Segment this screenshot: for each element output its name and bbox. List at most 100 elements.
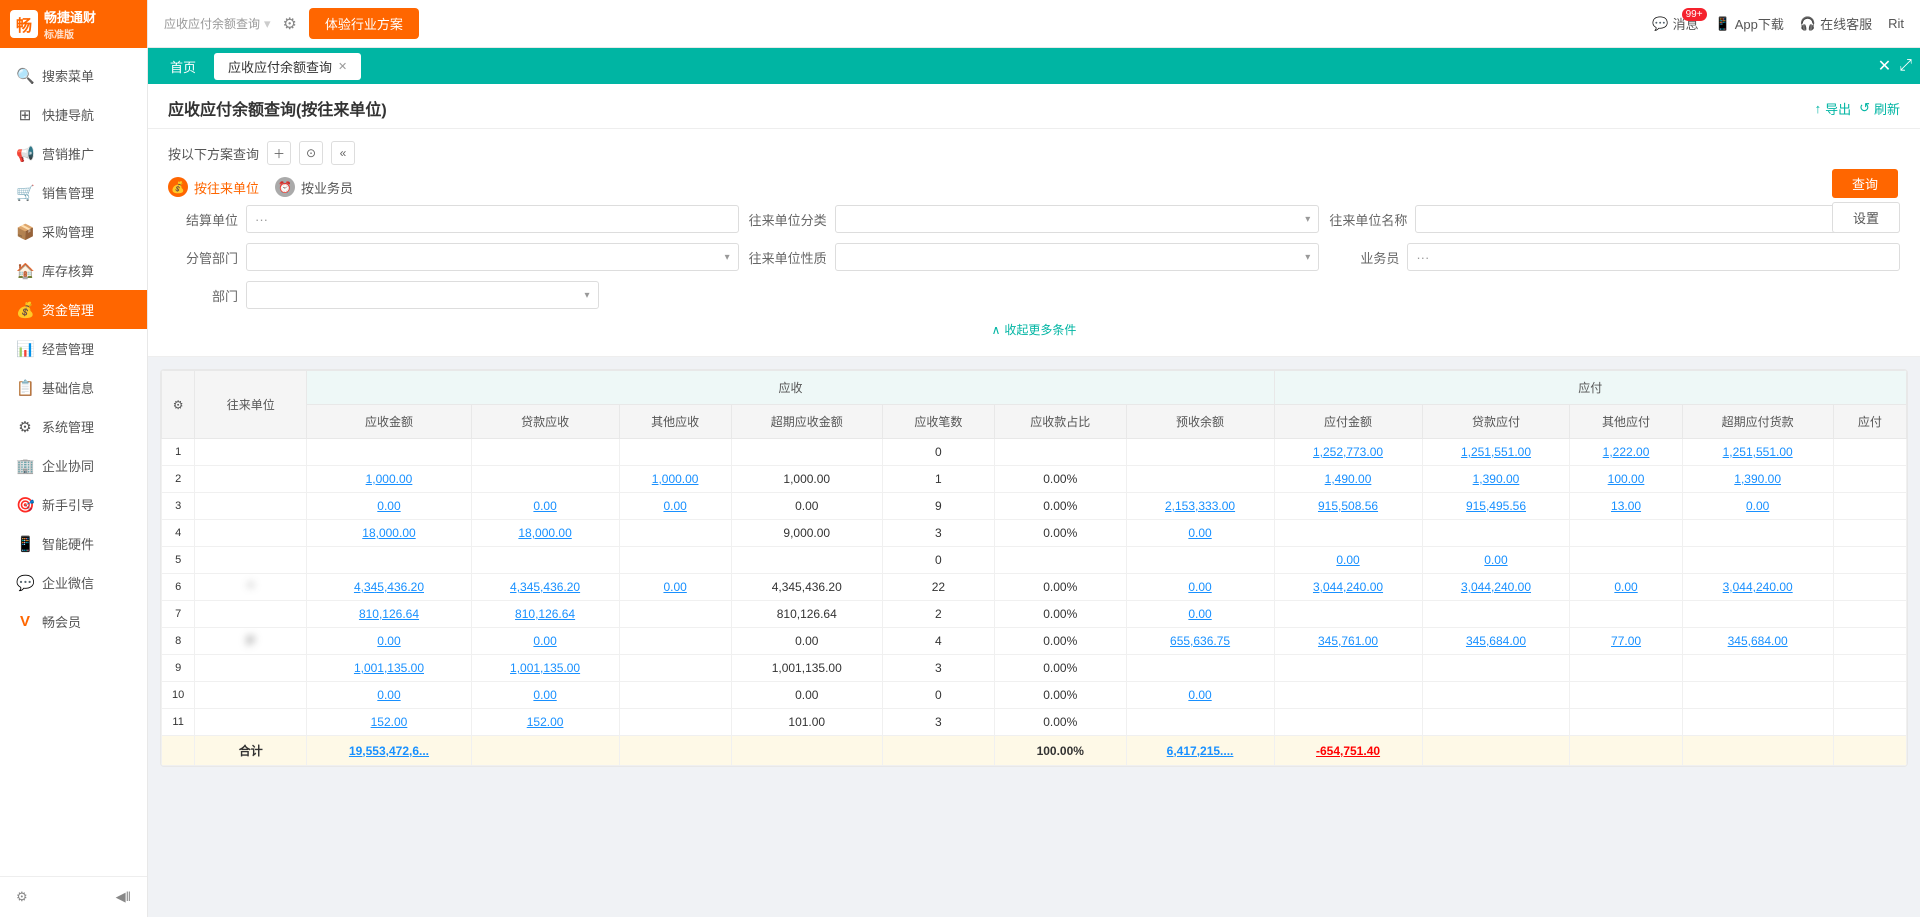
sidebar-item-inventory[interactable]: 🏠库存核算: [0, 251, 147, 290]
dept-input[interactable]: ▾: [246, 243, 739, 271]
sidebar-item-operation[interactable]: 📊经营管理: [0, 329, 147, 368]
other-pay[interactable]: 0.00: [1570, 574, 1682, 601]
prepay-bal[interactable]: 0.00: [1126, 601, 1274, 628]
loan-pay[interactable]: 3,044,240.00: [1422, 574, 1570, 601]
sidebar-item-quick[interactable]: ⊞快捷导航: [0, 95, 147, 134]
sidebar-item-smart[interactable]: 📱智能硬件: [0, 524, 147, 563]
app-download-button[interactable]: 📱 App下载: [1715, 14, 1784, 33]
partner-category-input[interactable]: ▾: [835, 205, 1320, 233]
prepay-bal[interactable]: 0.00: [1126, 574, 1274, 601]
export-button[interactable]: ↑ 导出: [1815, 99, 1852, 118]
collapse-icon[interactable]: ◀‖: [116, 889, 131, 905]
receivable-amt[interactable]: 0.00: [307, 493, 471, 520]
message-button[interactable]: 💬 消息 99+: [1652, 14, 1698, 33]
collapse-button[interactable]: ∧ 收起更多条件: [992, 321, 1077, 338]
other-pay[interactable]: 1,222.00: [1570, 439, 1682, 466]
receivable-amt[interactable]: 1,001,135.00: [307, 655, 471, 682]
receivable-amt[interactable]: 18,000.00: [307, 520, 471, 547]
table-header-settings[interactable]: ⚙: [162, 371, 195, 439]
sidebar-item-basic[interactable]: 📋基础信息: [0, 368, 147, 407]
sidebar-item-member[interactable]: V畅会员: [0, 602, 147, 641]
loan-pay[interactable]: 1,390.00: [1422, 466, 1570, 493]
filter-settings-button[interactable]: ⊙: [299, 141, 323, 165]
salesperson-input[interactable]: ···: [1407, 243, 1900, 271]
loan-pay[interactable]: 0.00: [1422, 547, 1570, 574]
service-button[interactable]: 🎧 在线客服: [1800, 14, 1872, 33]
loan-recv[interactable]: 18,000.00: [471, 520, 619, 547]
sidebar-item-marketing[interactable]: 📢营销推广: [0, 134, 147, 173]
other-pay[interactable]: 100.00: [1570, 466, 1682, 493]
sidebar-item-enterprise[interactable]: 🏢企业协同: [0, 446, 147, 485]
plan-button[interactable]: 体验行业方案: [309, 8, 419, 39]
sidebar-item-finance[interactable]: 💰资金管理: [0, 290, 147, 329]
topbar-settings-icon[interactable]: ⚙: [283, 14, 297, 34]
prepay-bal[interactable]: 2,153,333.00: [1126, 493, 1274, 520]
loan-recv[interactable]: 4,345,436.20: [471, 574, 619, 601]
sidebar-item-search[interactable]: 🔍搜索菜单: [0, 56, 147, 95]
filter-add-button[interactable]: ＋: [267, 141, 291, 165]
nature-input[interactable]: ▾: [835, 243, 1320, 271]
loan-pay[interactable]: 345,684.00: [1422, 628, 1570, 655]
receivable-amt[interactable]: 1,000.00: [307, 466, 471, 493]
other-recv[interactable]: 0.00: [619, 493, 731, 520]
sidebar-item-sales[interactable]: 🛒销售管理: [0, 173, 147, 212]
tab-receivable[interactable]: 应收应付余额查询 ✕: [214, 53, 361, 80]
sidebar-item-guide[interactable]: 🎯新手引导: [0, 485, 147, 524]
prepay-bal[interactable]: 655,636.75: [1126, 628, 1274, 655]
sidebar-item-wechat[interactable]: 💬企业微信: [0, 563, 147, 602]
overdue-pay[interactable]: 0.00: [1682, 493, 1833, 520]
overdue-pay[interactable]: 3,044,240.00: [1682, 574, 1833, 601]
loan-recv[interactable]: 0.00: [471, 493, 619, 520]
scheme-by-partner[interactable]: 💰 按往来单位: [168, 177, 259, 197]
prepay-bal[interactable]: 0.00: [1126, 682, 1274, 709]
loan-recv[interactable]: 810,126.64: [471, 601, 619, 628]
payable-amt[interactable]: 1,252,773.00: [1274, 439, 1422, 466]
loan-recv[interactable]: 0.00: [471, 682, 619, 709]
loan-recv[interactable]: 0.00: [471, 628, 619, 655]
tab-close-all-button[interactable]: ✕: [1878, 56, 1891, 76]
total-pay-tail: [1833, 736, 1906, 766]
refresh-button[interactable]: ↺ 刷新: [1859, 99, 1900, 118]
overdue-pay[interactable]: 345,684.00: [1682, 628, 1833, 655]
filter-collapse-button[interactable]: «: [331, 141, 355, 165]
total-prepay[interactable]: 6,417,215....: [1126, 736, 1274, 766]
other-recv[interactable]: 1,000.00: [619, 466, 731, 493]
payable-amt[interactable]: 1,490.00: [1274, 466, 1422, 493]
sidebar-item-purchase[interactable]: 📦采购管理: [0, 212, 147, 251]
dept2-input[interactable]: ▾: [246, 281, 599, 309]
other-recv[interactable]: 0.00: [619, 574, 731, 601]
sidebar-item-system[interactable]: ⚙系统管理: [0, 407, 147, 446]
user-menu[interactable]: Rit: [1888, 16, 1904, 31]
other-pay[interactable]: 13.00: [1570, 493, 1682, 520]
settings-button[interactable]: 设置: [1832, 202, 1900, 233]
settlement-input[interactable]: ···: [246, 205, 739, 233]
loan-recv[interactable]: 1,001,135.00: [471, 655, 619, 682]
receivable-amt[interactable]: 0.00: [307, 628, 471, 655]
settings-icon[interactable]: ⚙: [16, 889, 28, 905]
wechat-icon: 💬: [16, 574, 34, 592]
payable-amt[interactable]: 345,761.00: [1274, 628, 1422, 655]
overdue-pay[interactable]: 1,251,551.00: [1682, 439, 1833, 466]
receivable-amt[interactable]: 0.00: [307, 682, 471, 709]
loan-pay[interactable]: 1,251,551.00: [1422, 439, 1570, 466]
query-button[interactable]: 查询: [1832, 169, 1898, 198]
loan-recv[interactable]: 152.00: [471, 709, 619, 736]
other-pay[interactable]: 77.00: [1570, 628, 1682, 655]
loan-pay[interactable]: 915,495.56: [1422, 493, 1570, 520]
overdue-pay[interactable]: 1,390.00: [1682, 466, 1833, 493]
overdue-recv: 810,126.64: [731, 601, 882, 628]
partner-name-input[interactable]: [1415, 205, 1900, 233]
tab-close-icon[interactable]: ✕: [338, 60, 347, 73]
payable-amt[interactable]: 0.00: [1274, 547, 1422, 574]
tab-home[interactable]: 首页: [156, 53, 210, 80]
total-payable[interactable]: -654,751.40: [1274, 736, 1422, 766]
total-receivable[interactable]: 19,553,472,6...: [307, 736, 471, 766]
payable-amt[interactable]: 3,044,240.00: [1274, 574, 1422, 601]
receivable-amt[interactable]: 810,126.64: [307, 601, 471, 628]
receivable-amt[interactable]: 152.00: [307, 709, 471, 736]
receivable-amt[interactable]: 4,345,436.20: [307, 574, 471, 601]
tab-maximize-button[interactable]: ⤢: [1899, 56, 1912, 76]
payable-amt[interactable]: 915,508.56: [1274, 493, 1422, 520]
scheme-by-salesperson[interactable]: ⏰ 按业务员: [275, 177, 353, 197]
prepay-bal[interactable]: 0.00: [1126, 520, 1274, 547]
